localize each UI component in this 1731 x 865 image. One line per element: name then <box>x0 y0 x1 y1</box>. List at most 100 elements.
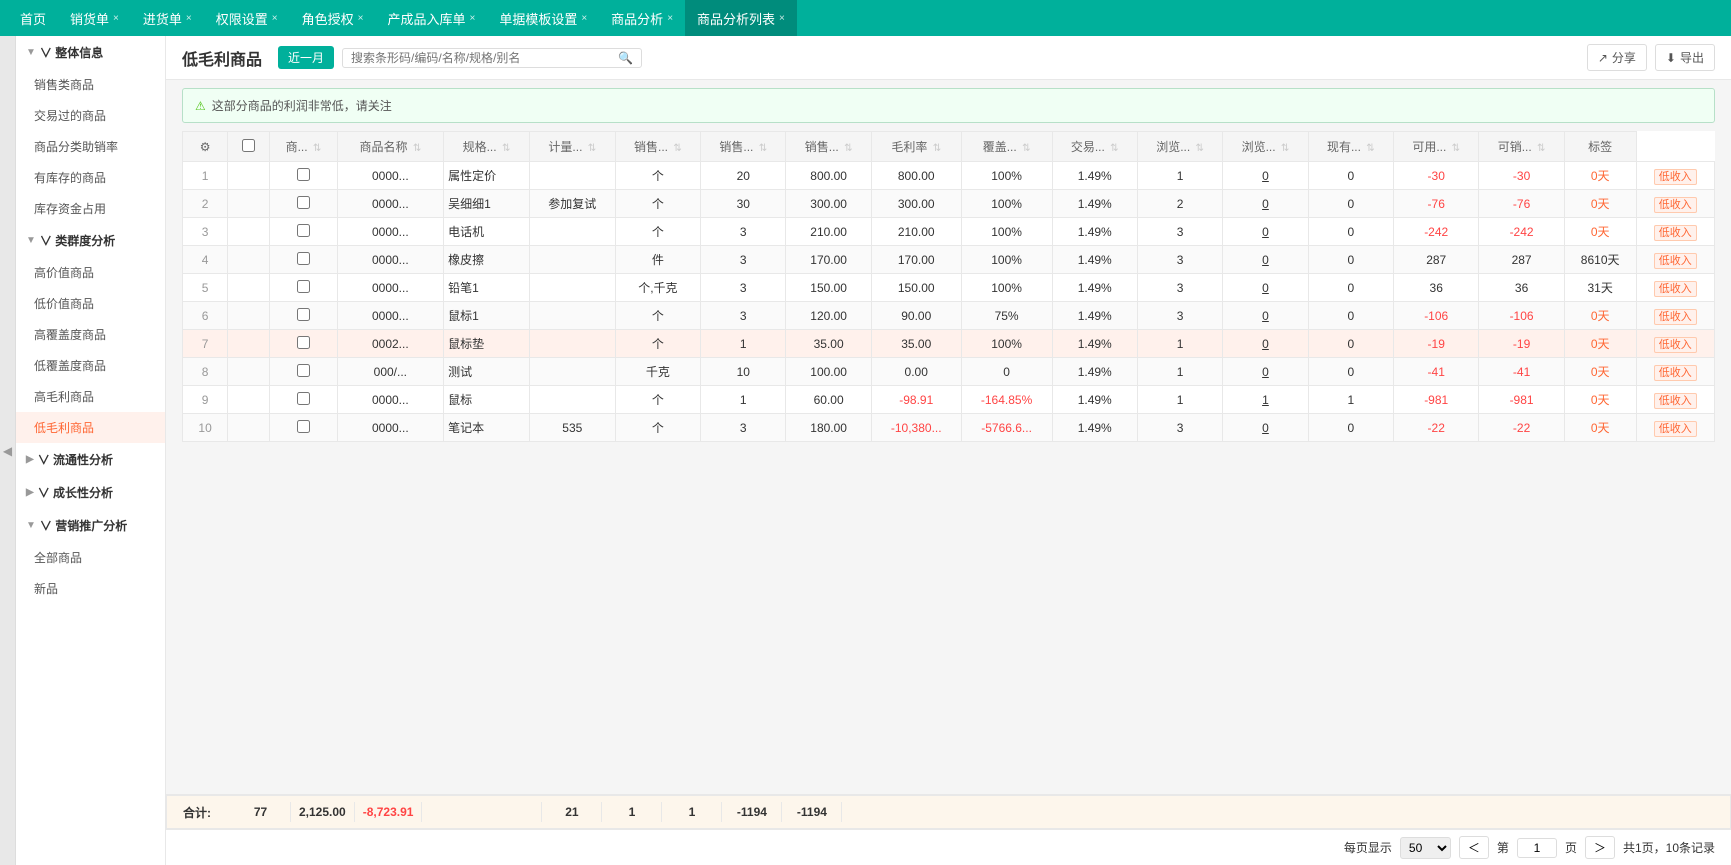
sidebar-item-高价值商品[interactable]: 高价值商品 <box>16 257 165 288</box>
nav-item-权限设置[interactable]: 权限设置 × <box>204 0 290 36</box>
cell-checkbox[interactable] <box>270 218 337 246</box>
col-trade-count[interactable]: 交易... ⇅ <box>1052 132 1137 162</box>
cell-settings-icon[interactable] <box>228 162 270 190</box>
cell-checkbox[interactable] <box>270 330 337 358</box>
sidebar-group-营销推广分析[interactable]: ▼∨ 营销推广分析 <box>16 509 165 542</box>
col-code[interactable]: 商... ⇅ <box>270 132 337 162</box>
nav-item-角色授权[interactable]: 角色授权 × <box>290 0 376 36</box>
sidebar-group-整体信息[interactable]: ▼∨ 整体信息 <box>16 36 165 69</box>
view1-link[interactable]: 0 <box>1262 309 1269 323</box>
nav-close-icon[interactable]: × <box>113 13 119 24</box>
cell-checkbox[interactable] <box>270 274 337 302</box>
cell-checkbox[interactable] <box>270 302 337 330</box>
col-sales-amount[interactable]: 销售... ⇅ <box>701 132 786 162</box>
cell-view1[interactable]: 0 <box>1223 358 1308 386</box>
nav-item-进货单[interactable]: 进货单 × <box>131 0 204 36</box>
nav-close-icon[interactable]: × <box>667 13 673 24</box>
col-current-stock[interactable]: 现有... ⇅ <box>1308 132 1393 162</box>
sidebar-item-新品[interactable]: 新品 <box>16 573 165 604</box>
share-button[interactable]: ↗ 分享 <box>1587 44 1647 71</box>
col-sales-qty[interactable]: 销售... ⇅ <box>615 132 700 162</box>
sidebar-item-销售类商品[interactable]: 销售类商品 <box>16 69 165 100</box>
col-view1[interactable]: 浏览... ⇅ <box>1137 132 1222 162</box>
cell-view1[interactable]: 0 <box>1223 218 1308 246</box>
col-view2[interactable]: 浏览... ⇅ <box>1223 132 1308 162</box>
view1-link[interactable]: 0 <box>1262 253 1269 267</box>
cell-checkbox[interactable] <box>270 414 337 442</box>
cell-checkbox[interactable] <box>270 246 337 274</box>
nav-item-商品分析[interactable]: 商品分析 × <box>599 0 685 36</box>
view1-link[interactable]: 0 <box>1262 197 1269 211</box>
nav-close-icon[interactable]: × <box>469 13 475 24</box>
cell-checkbox[interactable] <box>270 190 337 218</box>
select-all-checkbox[interactable] <box>242 139 255 152</box>
view1-link[interactable]: 0 <box>1262 365 1269 379</box>
cell-settings-icon[interactable] <box>228 274 270 302</box>
nav-close-icon[interactable]: × <box>358 13 364 24</box>
sidebar-item-全部商品[interactable]: 全部商品 <box>16 542 165 573</box>
sidebar-item-低毛利商品[interactable]: 低毛利商品 <box>16 412 165 443</box>
row-checkbox[interactable] <box>297 308 310 321</box>
period-button[interactable]: 近一月 <box>278 46 334 69</box>
cell-settings-icon[interactable] <box>228 330 270 358</box>
view1-link[interactable]: 0 <box>1262 281 1269 295</box>
view1-link[interactable]: 0 <box>1262 225 1269 239</box>
view1-link[interactable]: 1 <box>1262 393 1269 407</box>
cell-settings-icon[interactable] <box>228 246 270 274</box>
sidebar-group-成长性分析[interactable]: ▶∨ 成长性分析 <box>16 476 165 509</box>
col-unit[interactable]: 计量... ⇅ <box>529 132 615 162</box>
row-checkbox[interactable] <box>297 280 310 293</box>
col-sellable-days[interactable]: 可销... ⇅ <box>1479 132 1564 162</box>
row-checkbox[interactable] <box>297 392 310 405</box>
cell-view1[interactable]: 0 <box>1223 162 1308 190</box>
sidebar-item-交易过的商品[interactable]: 交易过的商品 <box>16 100 165 131</box>
row-checkbox[interactable] <box>297 168 310 181</box>
cell-checkbox[interactable] <box>270 358 337 386</box>
nav-item-首页[interactable]: 首页 <box>8 0 58 36</box>
page-input[interactable] <box>1517 838 1557 858</box>
search-input[interactable] <box>351 51 618 65</box>
row-checkbox[interactable] <box>297 336 310 349</box>
row-checkbox[interactable] <box>297 420 310 433</box>
nav-item-销货单[interactable]: 销货单 × <box>58 0 131 36</box>
view1-link[interactable]: 0 <box>1262 421 1269 435</box>
col-margin-rate[interactable]: 毛利率 ⇅ <box>871 132 961 162</box>
sidebar-item-库存资金占用[interactable]: 库存资金占用 <box>16 193 165 224</box>
cell-view1[interactable]: 0 <box>1223 190 1308 218</box>
col-name[interactable]: 商品名称 ⇅ <box>337 132 443 162</box>
row-checkbox[interactable] <box>297 364 310 377</box>
col-coverage[interactable]: 覆盖... ⇅ <box>961 132 1052 162</box>
row-checkbox[interactable] <box>297 252 310 265</box>
col-spec[interactable]: 规格... ⇅ <box>444 132 530 162</box>
view1-link[interactable]: 0 <box>1262 337 1269 351</box>
cell-view1[interactable]: 0 <box>1223 330 1308 358</box>
prev-page-btn[interactable]: ＜ <box>1459 836 1489 859</box>
sidebar-item-低覆盖度商品[interactable]: 低覆盖度商品 <box>16 350 165 381</box>
cell-view1[interactable]: 0 <box>1223 274 1308 302</box>
sidebar-group-类群度分析[interactable]: ▼∨ 类群度分析 <box>16 224 165 257</box>
nav-close-icon[interactable]: × <box>272 13 278 24</box>
col-settings[interactable]: ⚙ <box>183 132 228 162</box>
cell-checkbox[interactable] <box>270 162 337 190</box>
sidebar-group-流通性分析[interactable]: ▶∨ 流通性分析 <box>16 443 165 476</box>
sidebar-item-高毛利商品[interactable]: 高毛利商品 <box>16 381 165 412</box>
cell-settings-icon[interactable] <box>228 302 270 330</box>
cell-view1[interactable]: 0 <box>1223 302 1308 330</box>
nav-item-商品分析列表[interactable]: 商品分析列表 × <box>685 0 797 36</box>
cell-settings-icon[interactable] <box>228 190 270 218</box>
col-sales-profit[interactable]: 销售... ⇅ <box>786 132 871 162</box>
cell-view1[interactable]: 1 <box>1223 386 1308 414</box>
search-icon[interactable]: 🔍 <box>618 51 633 65</box>
next-page-btn[interactable]: ＞ <box>1585 836 1615 859</box>
row-checkbox[interactable] <box>297 196 310 209</box>
sidebar-item-高覆盖度商品[interactable]: 高覆盖度商品 <box>16 319 165 350</box>
col-available[interactable]: 可用... ⇅ <box>1394 132 1479 162</box>
sidebar-item-商品分类助销率[interactable]: 商品分类助销率 <box>16 131 165 162</box>
per-page-select[interactable]: 102050100 <box>1400 837 1451 859</box>
view1-link[interactable]: 0 <box>1262 169 1269 183</box>
cell-view1[interactable]: 0 <box>1223 414 1308 442</box>
cell-settings-icon[interactable] <box>228 358 270 386</box>
cell-view1[interactable]: 0 <box>1223 246 1308 274</box>
table-wrapper[interactable]: ⚙ 商... ⇅ 商品名称 ⇅ 规格... ⇅ 计量... ⇅ 销售... ⇅ … <box>166 131 1731 794</box>
row-checkbox[interactable] <box>297 224 310 237</box>
